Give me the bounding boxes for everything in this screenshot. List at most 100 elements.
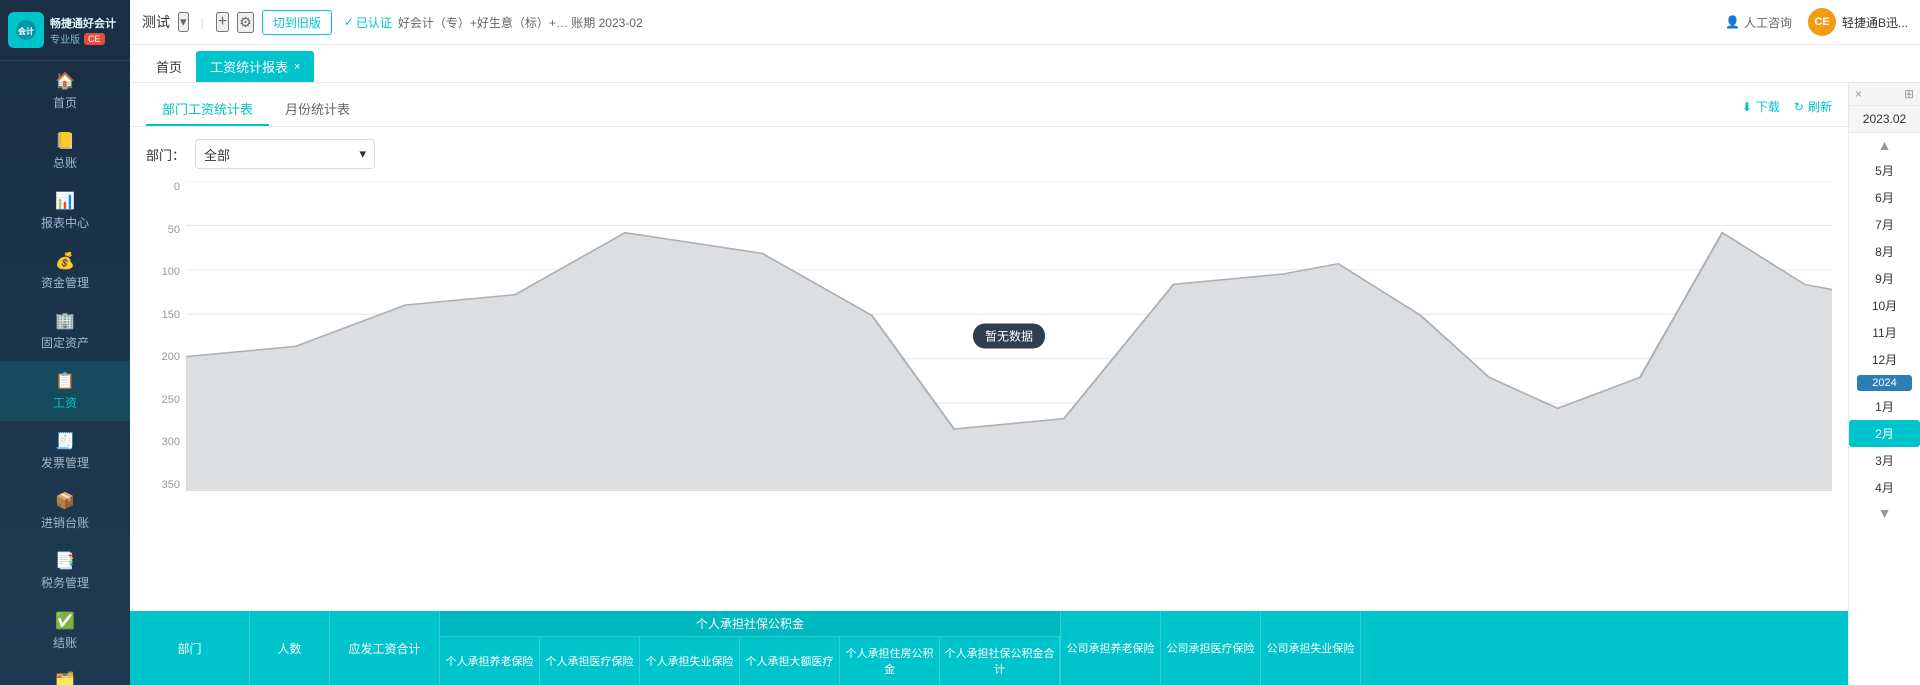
refresh-label: 刷新 <box>1808 98 1832 115</box>
y-label-200: 200 <box>162 351 180 363</box>
filter-row: 部门： 全部 ▾ <box>130 127 1848 181</box>
user-name: 轻捷通B迅... <box>1842 14 1908 31</box>
th-headcount: 人数 <box>250 611 330 685</box>
download-icon: ⬇ <box>1742 100 1752 114</box>
y-axis: 350 300 250 200 150 100 50 0 <box>146 181 186 491</box>
chart-area: 350 300 250 200 150 100 50 0 <box>130 181 1848 611</box>
sidebar-item-ledger[interactable]: 📒 总账 <box>0 121 130 181</box>
svg-text:会计: 会计 <box>18 26 34 36</box>
sidebar-label-home: 首页 <box>53 94 77 111</box>
company-dropdown-btn[interactable]: ▾ <box>178 12 189 32</box>
date-2024-4month[interactable]: 4月 <box>1849 474 1920 501</box>
main-panel: 部门工资统计表 月份统计表 ⬇ 下载 ↻ 刷新 部门： <box>130 83 1848 685</box>
status-tags: 好会计（专）+好生意（标）+… 账期 2023-02 <box>398 14 643 31</box>
archive-icon: 🗂️ <box>55 671 75 685</box>
topbar-right: 👤 人工咨询 CE 轻捷通B迅... <box>1725 8 1908 36</box>
y-label-50: 50 <box>168 224 180 236</box>
sidebar-label-report: 报表中心 <box>41 214 89 231</box>
tab-salary-report[interactable]: 工资统计报表 × <box>196 51 314 82</box>
date-6month[interactable]: 6月 <box>1849 184 1920 211</box>
date-panel: × ⊞ 2023.02 ▲ 5月 6月 7月 8月 9月 10月 11月 12月… <box>1848 83 1920 685</box>
sidebar-item-archive[interactable]: 🗂️ 归档管理 <box>0 661 130 685</box>
ledger-icon: 📒 <box>55 131 75 151</box>
y-label-300: 300 <box>162 436 180 448</box>
support-button[interactable]: 👤 人工咨询 <box>1725 14 1792 31</box>
main-content: 测试 ▾ | + ⚙ 切到旧版 ✓ 已认证 好会计（专）+好生意（标）+… 账期… <box>130 0 1920 685</box>
y-label-150: 150 <box>162 309 180 321</box>
date-12month[interactable]: 12月 <box>1849 346 1920 373</box>
user-menu[interactable]: CE 轻捷通B迅... <box>1808 8 1908 36</box>
sidebar-label-assets: 固定资产 <box>41 334 89 351</box>
sidebar-item-tax[interactable]: 📑 税务管理 <box>0 541 130 601</box>
date-8month[interactable]: 8月 <box>1849 238 1920 265</box>
date-nav-down[interactable]: ▼ <box>1849 501 1920 525</box>
tab-close-icon[interactable]: × <box>294 61 300 73</box>
sidebar-item-settle[interactable]: ✅ 结账 <box>0 601 130 661</box>
th-personal-medical: 个人承担医疗保险 <box>540 637 640 685</box>
expand-panel-button[interactable]: ⊞ <box>1904 87 1914 101</box>
sidebar-label-invoice: 发票管理 <box>41 454 89 471</box>
chart-svg-wrapper: 暂无数据 <box>186 181 1832 491</box>
th-personal-unemploy: 个人承担失业保险 <box>640 637 740 685</box>
table-header: 部门 人数 应发工资合计 个人承担社保公积金 个人承担养老保险 个人承担医疗保险… <box>130 611 1848 685</box>
home-icon: 🏠 <box>55 71 75 91</box>
dept-filter-label: 部门： <box>146 145 185 164</box>
sidebar-item-invoice[interactable]: 🧾 发票管理 <box>0 421 130 481</box>
report-icon: 📊 <box>55 191 75 211</box>
topbar: 测试 ▾ | + ⚙ 切到旧版 ✓ 已认证 好会计（专）+好生意（标）+… 账期… <box>130 0 1920 45</box>
switch-version-button[interactable]: 切到旧版 <box>262 10 332 35</box>
support-label: 人工咨询 <box>1744 14 1792 31</box>
assets-icon: 🏢 <box>55 311 75 331</box>
dept-filter-value: 全部 <box>204 145 230 164</box>
invoice-icon: 🧾 <box>55 431 75 451</box>
date-2024-2month[interactable]: 2月 <box>1849 420 1920 447</box>
sidebar-item-assets[interactable]: 🏢 固定资产 <box>0 301 130 361</box>
sidebar-item-report[interactable]: 📊 报表中心 <box>0 181 130 241</box>
sidebar-item-salary[interactable]: 📋 工资 <box>0 361 130 421</box>
date-current: 2023.02 <box>1849 106 1920 133</box>
date-5month[interactable]: 5月 <box>1849 157 1920 184</box>
add-button[interactable]: + <box>216 12 229 32</box>
sidebar-label-settle: 结账 <box>53 634 77 651</box>
close-panel-button[interactable]: × <box>1855 87 1862 101</box>
certified-status: ✓ 已认证 <box>344 14 392 31</box>
date-11month[interactable]: 11月 <box>1849 319 1920 346</box>
sub-tab-month[interactable]: 月份统计表 <box>269 93 366 126</box>
sidebar-item-sales[interactable]: 📦 进销台账 <box>0 481 130 541</box>
chart-tooltip: 暂无数据 <box>973 324 1045 349</box>
sidebar-label-ledger: 总账 <box>53 154 77 171</box>
th-personal-total: 个人承担社保公积金合计 <box>940 637 1060 685</box>
date-year-2024: 2024 <box>1857 375 1912 391</box>
sidebar-label-salary: 工资 <box>53 394 77 411</box>
sidebar-item-home[interactable]: 🏠 首页 <box>0 61 130 121</box>
sep1: | <box>201 15 204 30</box>
th-gross-salary: 应发工资合计 <box>330 611 440 685</box>
app-name: 畅捷通好会计 <box>50 15 116 31</box>
date-2024-1month[interactable]: 1月 <box>1849 393 1920 420</box>
refresh-button[interactable]: ↻ 刷新 <box>1794 98 1832 115</box>
tax-icon: 📑 <box>55 551 75 571</box>
chart-container: 350 300 250 200 150 100 50 0 <box>146 181 1832 521</box>
download-button[interactable]: ⬇ 下载 <box>1742 98 1780 115</box>
edition-badge: CE <box>84 33 105 45</box>
th-group-personal: 个人承担社保公积金 个人承担养老保险 个人承担医疗保险 个人承担失业保险 个人承… <box>440 611 1061 685</box>
th-company-unemploy: 公司承担失业保险 <box>1261 611 1361 685</box>
date-10month[interactable]: 10月 <box>1849 292 1920 319</box>
date-nav-up[interactable]: ▲ <box>1849 133 1920 157</box>
sub-tab-dept[interactable]: 部门工资统计表 <box>146 93 269 126</box>
date-7month[interactable]: 7月 <box>1849 211 1920 238</box>
settings-gear-button[interactable]: ⚙ <box>237 12 254 33</box>
sidebar-item-fund[interactable]: 💰 资金管理 <box>0 241 130 301</box>
th-personal-cells: 个人承担养老保险 个人承担医疗保险 个人承担失业保险 个人承担大额医疗 个人承担… <box>440 637 1060 685</box>
salary-tab-label: 工资统计报表 <box>210 57 288 76</box>
date-2024-3month[interactable]: 3月 <box>1849 447 1920 474</box>
date-9month[interactable]: 9月 <box>1849 265 1920 292</box>
dept-filter-select[interactable]: 全部 ▾ <box>195 139 375 169</box>
support-icon: 👤 <box>1725 15 1740 29</box>
tab-home[interactable]: 首页 <box>142 51 196 82</box>
th-company-medical: 公司承担医疗保险 <box>1161 611 1261 685</box>
sub-tabbar: 部门工资统计表 月份统计表 ⬇ 下载 ↻ 刷新 <box>130 83 1848 127</box>
home-tab-label: 首页 <box>156 57 182 76</box>
settle-icon: ✅ <box>55 611 75 631</box>
status-bar: ✓ 已认证 好会计（专）+好生意（标）+… 账期 2023-02 <box>344 14 643 31</box>
